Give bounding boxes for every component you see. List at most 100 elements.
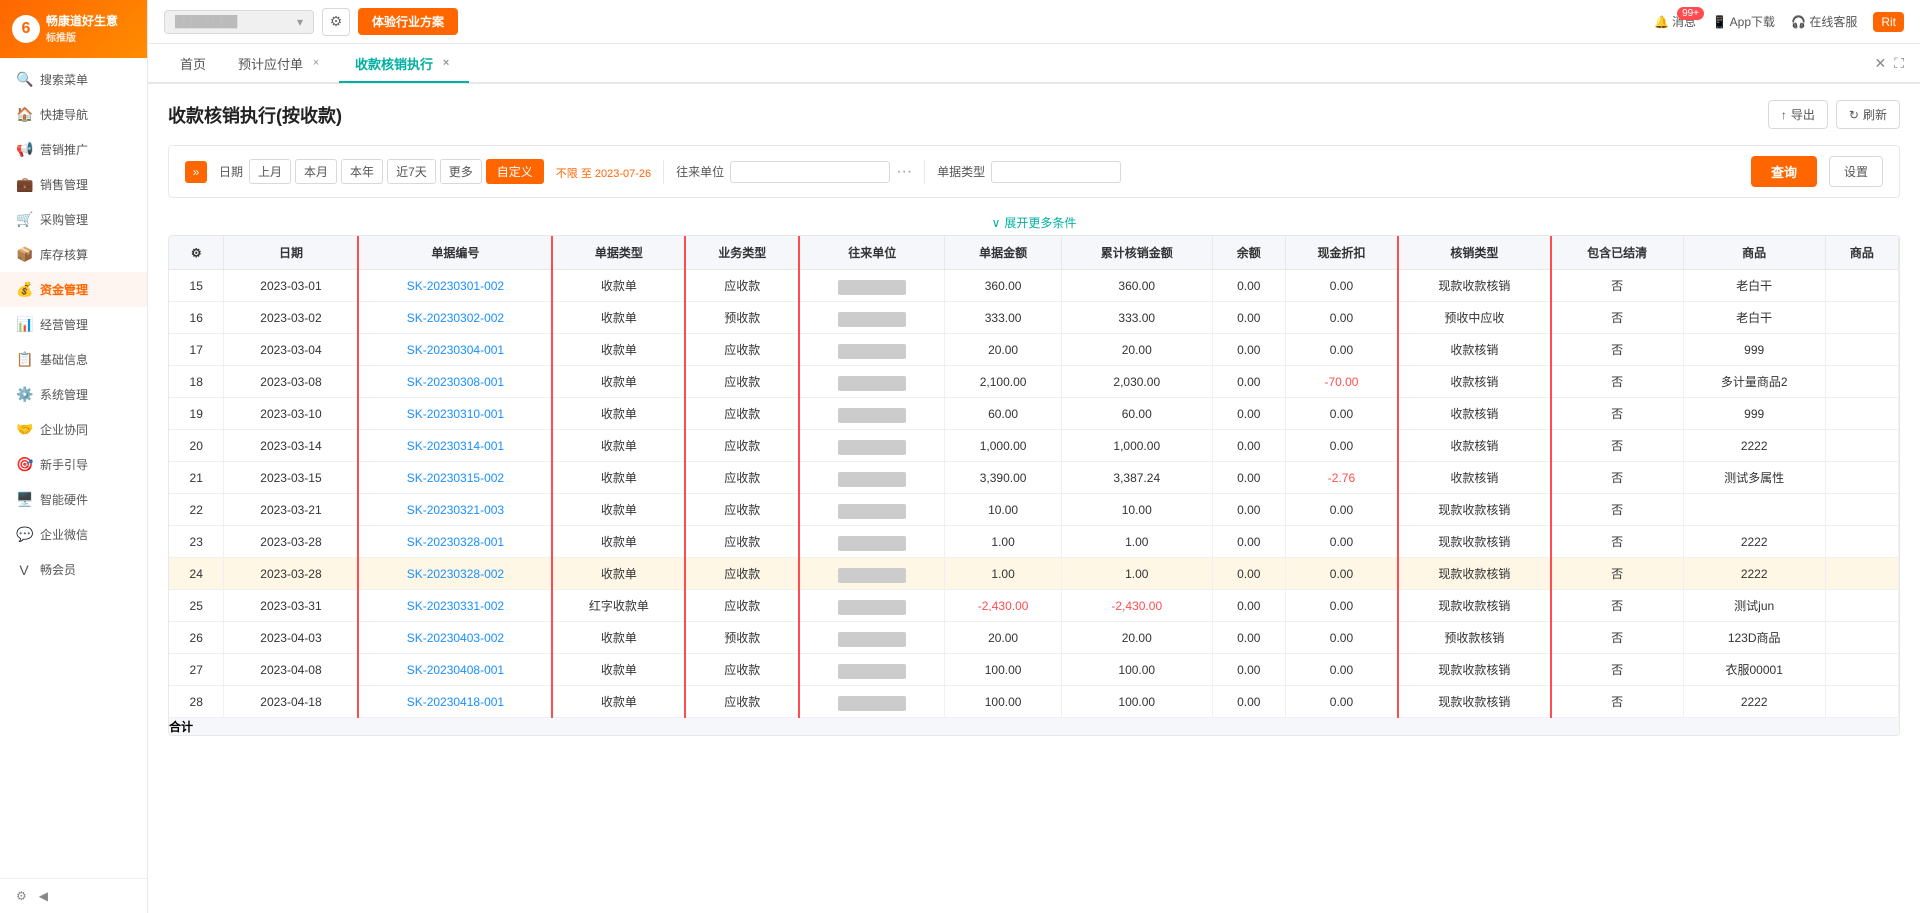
- main-content: ████████ ▾ ⚙ 体验行业方案 🔔 消息 99+ 📱 App下载 🎧 在…: [148, 0, 1920, 913]
- branch-selector[interactable]: ████████ ▾: [164, 10, 314, 34]
- bill-no-link[interactable]: SK-20230315-002: [407, 471, 504, 485]
- cart-icon: 🛒: [16, 211, 32, 228]
- row-bill-no[interactable]: SK-20230314-001: [358, 430, 552, 462]
- row-bill-no[interactable]: SK-20230321-003: [358, 494, 552, 526]
- member-icon: V: [16, 562, 32, 578]
- collapse-icon[interactable]: ◀: [39, 889, 48, 903]
- row-bill-no[interactable]: SK-20230315-002: [358, 462, 552, 494]
- user-avatar[interactable]: Rit: [1873, 12, 1904, 32]
- sidebar-item-guide[interactable]: 🎯 新手引导: [0, 447, 147, 482]
- sidebar-item-inventory[interactable]: 📦 库存核算: [0, 237, 147, 272]
- custom-date-btn[interactable]: 自定义: [486, 159, 544, 184]
- online-service-btn[interactable]: 🎧 在线客服: [1791, 13, 1857, 30]
- row-writeoff-amount: 20.00: [1061, 622, 1212, 654]
- table-row: 282023-04-18SK-20230418-001收款单应收款████100…: [169, 686, 1899, 718]
- row-writeoff-type: 收款核销: [1398, 334, 1551, 366]
- row-bill-no[interactable]: SK-20230304-001: [358, 334, 552, 366]
- settings-button[interactable]: 设置: [1829, 156, 1883, 187]
- export-button[interactable]: ↑ 导出: [1768, 100, 1828, 129]
- sidebar-item-search[interactable]: 🔍 搜索菜单: [0, 62, 147, 97]
- row-balance: 0.00: [1212, 366, 1285, 398]
- table-row: 222023-03-21SK-20230321-003收款单应收款████10.…: [169, 494, 1899, 526]
- tab-receipt-writeoff-close[interactable]: ×: [439, 56, 453, 70]
- this-month-btn[interactable]: 本月: [295, 159, 337, 184]
- table-row: 232023-03-28SK-20230328-001收款单应收款████1.0…: [169, 526, 1899, 558]
- bill-no-link[interactable]: SK-20230328-002: [407, 567, 504, 581]
- row-bill-no[interactable]: SK-20230310-001: [358, 398, 552, 430]
- row-idx: 20: [169, 430, 224, 462]
- tab-advance-payment-close[interactable]: ×: [309, 56, 323, 70]
- expand-icon: »: [193, 165, 200, 179]
- expand-conditions-row[interactable]: ∨ 展开更多条件: [168, 210, 1900, 235]
- row-bill-no[interactable]: SK-20230418-001: [358, 686, 552, 718]
- date-label: 日期: [219, 163, 243, 180]
- bill-type-select[interactable]: [991, 161, 1121, 183]
- bill-no-link[interactable]: SK-20230302-002: [407, 311, 504, 325]
- app-download-btn[interactable]: 📱 App下载: [1712, 13, 1775, 30]
- bill-no-link[interactable]: SK-20230403-002: [407, 631, 504, 645]
- bill-no-link[interactable]: SK-20230418-001: [407, 695, 504, 709]
- bill-no-link[interactable]: SK-20230331-002: [407, 599, 504, 613]
- settings-gear-btn[interactable]: ⚙: [322, 8, 350, 36]
- sidebar-item-sales[interactable]: 💼 销售管理: [0, 167, 147, 202]
- bill-no-link[interactable]: SK-20230321-003: [407, 503, 504, 517]
- row-bill-no[interactable]: SK-20230403-002: [358, 622, 552, 654]
- row-date: 2023-03-21: [224, 494, 359, 526]
- partner-input[interactable]: [739, 165, 859, 179]
- row-balance: 0.00: [1212, 334, 1285, 366]
- row-balance: 0.00: [1212, 270, 1285, 302]
- filter-expand-button[interactable]: »: [185, 161, 207, 183]
- sidebar-item-marketing[interactable]: 📢 营销推广: [0, 132, 147, 167]
- sidebar-item-member[interactable]: V 畅会员: [0, 552, 147, 587]
- tab-home[interactable]: 首页: [164, 46, 222, 83]
- date-filter-group: 日期 上月 本月 本年 近7天 更多 自定义: [219, 159, 544, 184]
- close-tab-btn[interactable]: ✕: [1874, 55, 1886, 72]
- date-options: 上月 本月 本年 近7天 更多 自定义: [249, 159, 544, 184]
- sidebar-item-enterprise[interactable]: 🤝 企业协同: [0, 412, 147, 447]
- sidebar-item-purchase[interactable]: 🛒 采购管理: [0, 202, 147, 237]
- bill-no-link[interactable]: SK-20230310-001: [407, 407, 504, 421]
- sidebar-item-quick[interactable]: 🏠 快捷导航: [0, 97, 147, 132]
- sidebar-nav: 🔍 搜索菜单 🏠 快捷导航 📢 营销推广 💼 销售管理 🛒 采购管理 📦 库存核…: [0, 58, 147, 878]
- last-7-days-btn[interactable]: 近7天: [387, 159, 436, 184]
- row-bill-no[interactable]: SK-20230331-002: [358, 590, 552, 622]
- bill-no-link[interactable]: SK-20230408-001: [407, 663, 504, 677]
- bill-no-link[interactable]: SK-20230301-002: [407, 279, 504, 293]
- row-bill-no[interactable]: SK-20230308-001: [358, 366, 552, 398]
- partner-dots[interactable]: ···: [896, 163, 912, 181]
- bill-no-link[interactable]: SK-20230308-001: [407, 375, 504, 389]
- row-cash-discount: 0.00: [1285, 558, 1398, 590]
- row-goods: 2222: [1683, 430, 1825, 462]
- bill-no-link[interactable]: SK-20230328-001: [407, 535, 504, 549]
- last-month-btn[interactable]: 上月: [249, 159, 291, 184]
- this-year-btn[interactable]: 本年: [341, 159, 383, 184]
- settings-icon[interactable]: ⚙: [16, 889, 27, 903]
- bill-no-link[interactable]: SK-20230304-001: [407, 343, 504, 357]
- row-bill-no[interactable]: SK-20230302-002: [358, 302, 552, 334]
- sidebar-item-basics[interactable]: 📋 基础信息: [0, 342, 147, 377]
- sidebar-item-operations[interactable]: 📊 经营管理: [0, 307, 147, 342]
- sidebar-item-system[interactable]: ⚙️ 系统管理: [0, 377, 147, 412]
- row-amount: 1.00: [945, 558, 1061, 590]
- row-include-cleared: 否: [1551, 430, 1683, 462]
- row-bill-no[interactable]: SK-20230328-001: [358, 526, 552, 558]
- solution-button[interactable]: 体验行业方案: [358, 8, 458, 35]
- tab-advance-payment[interactable]: 预计应付单 ×: [222, 46, 339, 83]
- row-bill-no[interactable]: SK-20230408-001: [358, 654, 552, 686]
- table-row: 152023-03-01SK-20230301-002收款单应收款████360…: [169, 270, 1899, 302]
- more-date-btn[interactable]: 更多: [440, 159, 482, 184]
- sidebar-item-hardware[interactable]: 🖥️ 智能硬件: [0, 482, 147, 517]
- row-bill-no[interactable]: SK-20230301-002: [358, 270, 552, 302]
- sidebar-item-finance[interactable]: 💰 资金管理: [0, 272, 147, 307]
- maximize-tab-btn[interactable]: ⛶: [1894, 55, 1904, 72]
- row-bill-no[interactable]: SK-20230328-002: [358, 558, 552, 590]
- table-header-row: ⚙ 日期 单据编号 单据类型 业务类型 往来单位 单据金额 累计核销金额 余额 …: [169, 236, 1899, 270]
- tab-receipt-writeoff[interactable]: 收款核销执行 ×: [339, 46, 469, 83]
- refresh-button[interactable]: ↻ 刷新: [1836, 100, 1900, 129]
- query-button[interactable]: 查询: [1751, 156, 1817, 187]
- bill-no-link[interactable]: SK-20230314-001: [407, 439, 504, 453]
- col-balance: 余额: [1212, 236, 1285, 270]
- sidebar-item-wechat[interactable]: 💬 企业微信: [0, 517, 147, 552]
- row-biz-type: 应收款: [685, 398, 799, 430]
- messages-button[interactable]: 🔔 消息 99+: [1654, 13, 1696, 30]
